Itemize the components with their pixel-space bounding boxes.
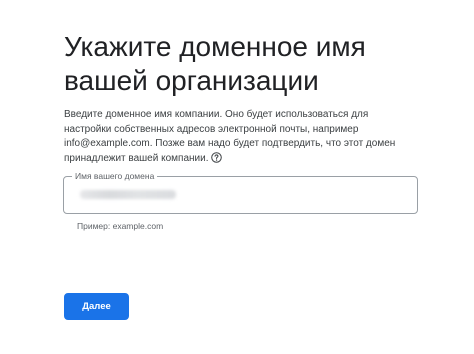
next-button[interactable]: Далее xyxy=(64,293,129,320)
redacted-domain-value xyxy=(80,190,176,199)
help-circle-icon[interactable] xyxy=(211,151,223,169)
domain-name-field[interactable]: Имя вашего домена xyxy=(63,170,418,214)
description-text: Введите доменное имя компании. Оно будет… xyxy=(64,109,396,164)
page-title: Укажите доменное имя вашей организации xyxy=(64,31,366,96)
domain-name-label: Имя вашего домена xyxy=(72,170,158,182)
domain-example-hint: Пример: example.com xyxy=(77,221,164,231)
page-description: Введите доменное имя компании. Оно будет… xyxy=(64,108,404,168)
